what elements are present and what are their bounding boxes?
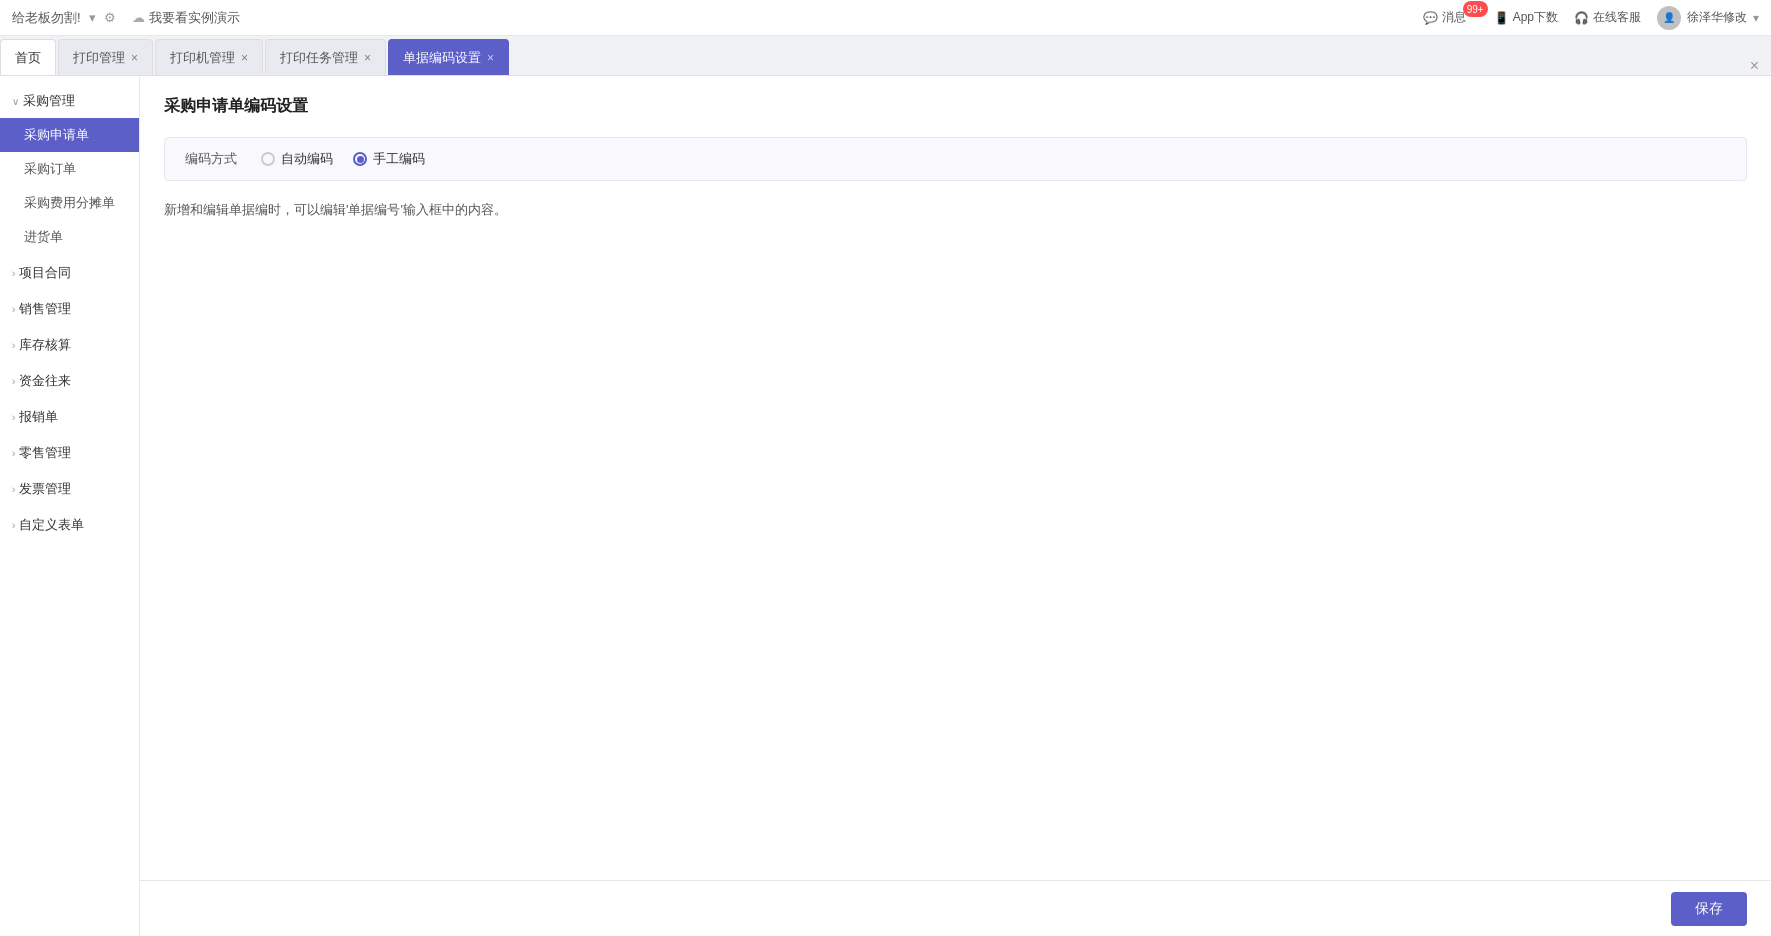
tab-code-settings[interactable]: 单据编码设置 × — [388, 39, 509, 75]
app-hint-text: 给老板勿割! — [12, 9, 81, 27]
coding-section: 编码方式 自动编码 手工编码 — [164, 137, 1747, 181]
sidebar-group-project: › 项目合同 — [0, 256, 139, 290]
sidebar: ∨ 采购管理 采购申请单 采购订单 采购费用分摊单 进货单 › 项目合同 — [0, 76, 140, 936]
arrow-right-icon-project: › — [12, 268, 15, 279]
cloud-icon: ☁ — [132, 10, 145, 25]
sidebar-group-invoice: › 发票管理 — [0, 472, 139, 506]
sidebar-item-purchase-order-label: 采购订单 — [24, 161, 76, 176]
sidebar-group-finance-title[interactable]: › 资金往来 — [0, 364, 139, 398]
message-icon: 💬 — [1423, 11, 1438, 25]
sidebar-group-invoice-title[interactable]: › 发票管理 — [0, 472, 139, 506]
sidebar-group-sales-label: 销售管理 — [19, 300, 71, 318]
page-title: 采购申请单编码设置 — [164, 96, 1747, 117]
tab-print-task-close[interactable]: × — [364, 51, 371, 65]
radio-auto-code[interactable]: 自动编码 — [261, 150, 333, 168]
tab-home[interactable]: 首页 — [0, 39, 56, 75]
sidebar-item-inbound-label: 进货单 — [24, 229, 63, 244]
message-label: 消息 — [1442, 9, 1466, 26]
tab-code-settings-close[interactable]: × — [487, 51, 494, 65]
sidebar-item-purchase-request[interactable]: 采购申请单 — [0, 118, 139, 152]
user-info[interactable]: 👤 徐泽华修改 ▾ — [1657, 6, 1759, 30]
user-name: 徐泽华修改 — [1687, 9, 1747, 26]
radio-manual-icon — [353, 152, 367, 166]
sidebar-group-project-title[interactable]: › 项目合同 — [0, 256, 139, 290]
tab-print-management-close[interactable]: × — [131, 51, 138, 65]
tab-printer-management[interactable]: 打印机管理 × — [155, 39, 263, 75]
sidebar-group-retail-label: 零售管理 — [19, 444, 71, 462]
sidebar-group-retail: › 零售管理 — [0, 436, 139, 470]
coding-method-label: 编码方式 — [185, 150, 237, 168]
sidebar-item-purchase-expense[interactable]: 采购费用分摊单 — [0, 186, 139, 220]
tab-bar: 首页 打印管理 × 打印机管理 × 打印任务管理 × 单据编码设置 × × — [0, 36, 1771, 76]
main-layout: ∨ 采购管理 采购申请单 采购订单 采购费用分摊单 进货单 › 项目合同 — [0, 76, 1771, 936]
sidebar-group-custom: › 自定义表单 — [0, 508, 139, 542]
avatar: 👤 — [1657, 6, 1681, 30]
headset-icon: 🎧 — [1574, 11, 1589, 25]
arrow-right-icon-inventory: › — [12, 340, 15, 351]
sidebar-group-project-label: 项目合同 — [19, 264, 71, 282]
sidebar-group-finance-label: 资金往来 — [19, 372, 71, 390]
arrow-right-icon-expense: › — [12, 412, 15, 423]
sidebar-group-purchase-title[interactable]: ∨ 采购管理 — [0, 84, 139, 118]
sidebar-group-sales-title[interactable]: › 销售管理 — [0, 292, 139, 326]
tab-print-management[interactable]: 打印管理 × — [58, 39, 153, 75]
radio-manual-code[interactable]: 手工编码 — [353, 150, 425, 168]
sidebar-group-custom-label: 自定义表单 — [19, 516, 84, 534]
sidebar-group-retail-title[interactable]: › 零售管理 — [0, 436, 139, 470]
tab-bar-close-all[interactable]: × — [1738, 57, 1771, 75]
top-bar: 给老板勿割! ▾ ⚙ ☁ 我要看实例演示 💬 消息 99+ 📱 App下数 🎧 … — [0, 0, 1771, 36]
sidebar-group-expense: › 报销单 — [0, 400, 139, 434]
sidebar-group-inventory-title[interactable]: › 库存核算 — [0, 328, 139, 362]
sidebar-group-purchase: ∨ 采购管理 采购申请单 采购订单 采购费用分摊单 进货单 — [0, 84, 139, 254]
arrow-right-icon-retail: › — [12, 448, 15, 459]
sidebar-item-purchase-request-label: 采购申请单 — [24, 127, 89, 142]
tab-print-management-label: 打印管理 — [73, 49, 125, 67]
hint-text: 新增和编辑单据编时，可以编辑'单据编号'输入框中的内容。 — [164, 201, 1747, 219]
tab-printer-management-close[interactable]: × — [241, 51, 248, 65]
sidebar-group-expense-title[interactable]: › 报销单 — [0, 400, 139, 434]
app-download-label: App下数 — [1513, 9, 1558, 26]
radio-group: 自动编码 手工编码 — [261, 150, 425, 168]
tab-printer-management-label: 打印机管理 — [170, 49, 235, 67]
user-dropdown-icon: ▾ — [1753, 11, 1759, 25]
tab-print-task-management-label: 打印任务管理 — [280, 49, 358, 67]
top-bar-left: 给老板勿割! ▾ ⚙ ☁ 我要看实例演示 — [12, 9, 240, 27]
sidebar-item-purchase-expense-label: 采购费用分摊单 — [24, 195, 115, 210]
content-area: 采购申请单编码设置 编码方式 自动编码 手工编码 新增和编辑单据编时，可以编辑'… — [140, 76, 1771, 936]
arrow-right-icon-invoice: › — [12, 484, 15, 495]
sidebar-group-finance: › 资金往来 — [0, 364, 139, 398]
sidebar-item-inbound[interactable]: 进货单 — [0, 220, 139, 254]
sidebar-group-inventory-label: 库存核算 — [19, 336, 71, 354]
sidebar-item-purchase-order[interactable]: 采购订单 — [0, 152, 139, 186]
auto-code-label: 自动编码 — [281, 150, 333, 168]
arrow-right-icon-finance: › — [12, 376, 15, 387]
save-button[interactable]: 保存 — [1671, 892, 1747, 926]
sidebar-group-purchase-label: 采购管理 — [23, 92, 75, 110]
arrow-down-icon: ∨ — [12, 96, 19, 107]
message-button[interactable]: 💬 消息 99+ — [1423, 9, 1478, 26]
dropdown-icon[interactable]: ▾ — [89, 10, 96, 25]
phone-icon: 📱 — [1494, 11, 1509, 25]
content-footer: 保存 — [140, 880, 1771, 936]
message-badge: 99+ — [1463, 1, 1488, 17]
online-service-label: 在线客服 — [1593, 9, 1641, 26]
radio-auto-icon — [261, 152, 275, 166]
content-inner: 采购申请单编码设置 编码方式 自动编码 手工编码 新增和编辑单据编时，可以编辑'… — [140, 76, 1771, 880]
manual-code-label: 手工编码 — [373, 150, 425, 168]
online-service-button[interactable]: 🎧 在线客服 — [1574, 9, 1641, 26]
sidebar-group-custom-title[interactable]: › 自定义表单 — [0, 508, 139, 542]
tab-print-task-management[interactable]: 打印任务管理 × — [265, 39, 386, 75]
sidebar-group-inventory: › 库存核算 — [0, 328, 139, 362]
arrow-right-icon-custom: › — [12, 520, 15, 531]
gear-icon[interactable]: ⚙ — [104, 10, 116, 25]
tab-home-label: 首页 — [15, 49, 41, 67]
top-bar-right: 💬 消息 99+ 📱 App下数 🎧 在线客服 👤 徐泽华修改 ▾ — [1423, 6, 1759, 30]
sidebar-group-expense-label: 报销单 — [19, 408, 58, 426]
sidebar-group-sales: › 销售管理 — [0, 292, 139, 326]
app-download-button[interactable]: 📱 App下数 — [1494, 9, 1558, 26]
demo-link[interactable]: ☁ 我要看实例演示 — [132, 9, 240, 27]
sidebar-group-invoice-label: 发票管理 — [19, 480, 71, 498]
arrow-right-icon-sales: › — [12, 304, 15, 315]
tab-code-settings-label: 单据编码设置 — [403, 49, 481, 67]
